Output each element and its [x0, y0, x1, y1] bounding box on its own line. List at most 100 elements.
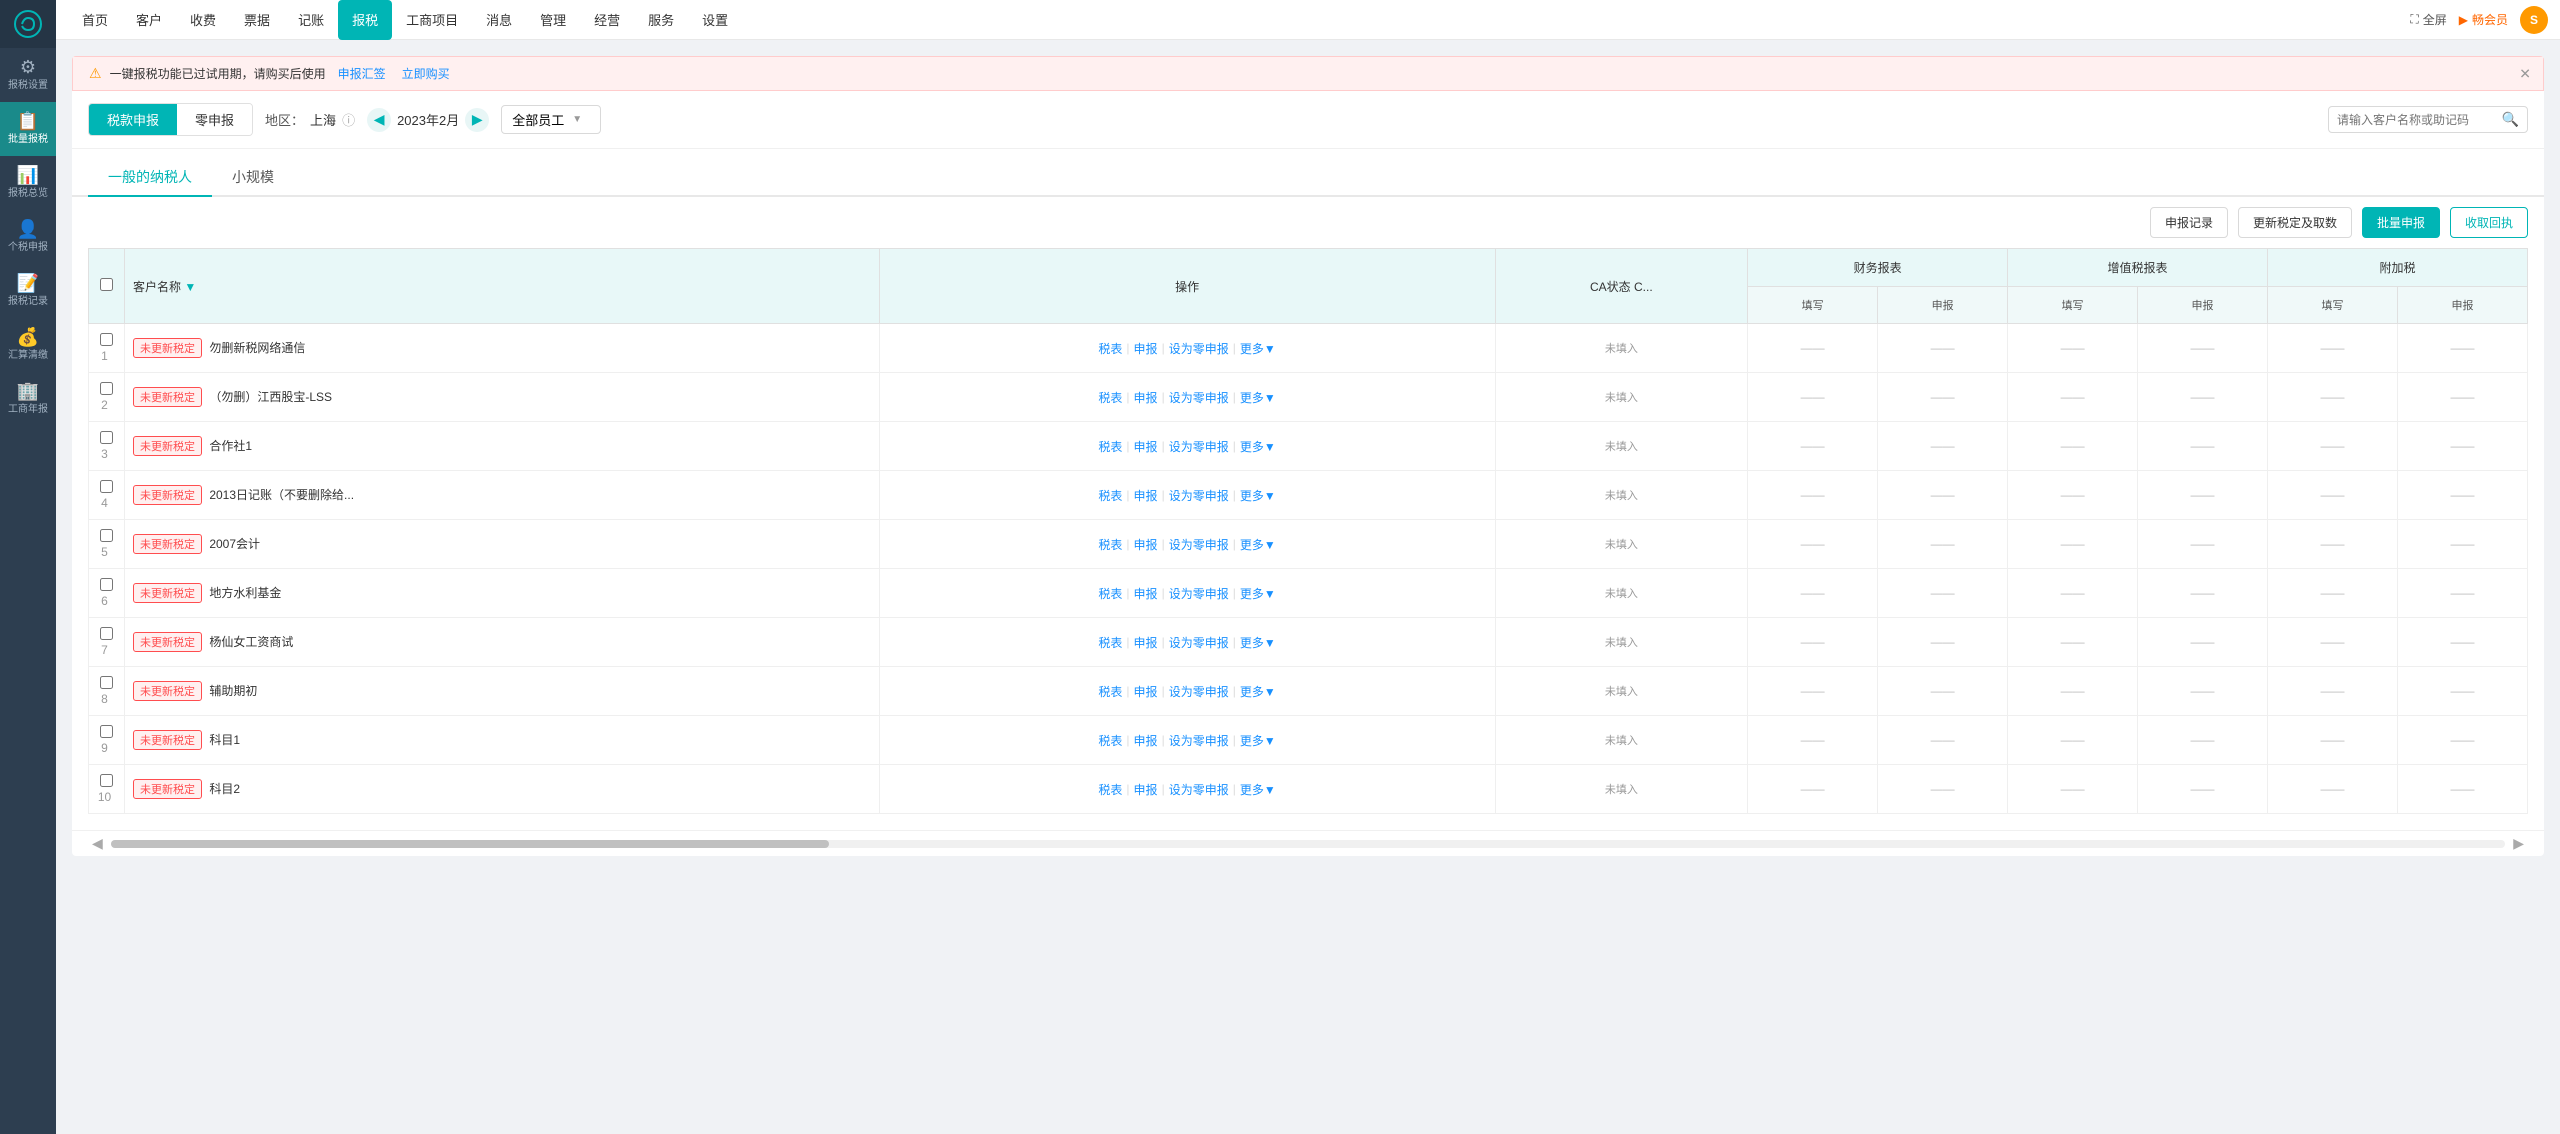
- sidebar-item-gongshangnianbaao[interactable]: 🏢 工商年报: [0, 372, 56, 426]
- ops-more[interactable]: 更多▼: [1240, 634, 1276, 651]
- scroll-track[interactable]: [111, 840, 2505, 848]
- calc-icon: 💰: [17, 328, 39, 346]
- nav-jingying[interactable]: 经营: [580, 0, 634, 40]
- ops-more[interactable]: 更多▼: [1240, 340, 1276, 357]
- ops-more[interactable]: 更多▼: [1240, 585, 1276, 602]
- declaration-tab-group: 税款申报 零申报: [88, 103, 253, 136]
- ops-lingshenbao[interactable]: 设为零申报: [1169, 487, 1229, 504]
- fullscreen-button[interactable]: ⛶ 全屏: [2410, 11, 2446, 28]
- ops-lingshenbao[interactable]: 设为零申报: [1169, 536, 1229, 553]
- ops-shuibiao[interactable]: 税表: [1098, 634, 1122, 651]
- tab-shuikuanshenbao[interactable]: 税款申报: [89, 104, 177, 135]
- row-checkbox[interactable]: [100, 676, 113, 689]
- batch-declare-button[interactable]: 批量申报: [2362, 207, 2440, 238]
- ops-shenbao[interactable]: 申报: [1134, 585, 1158, 602]
- row-checkbox[interactable]: [100, 333, 113, 346]
- row-ca-status: 未填入: [1495, 667, 1748, 716]
- tab-lingshenbao[interactable]: 零申报: [177, 104, 252, 135]
- ops-more[interactable]: 更多▼: [1240, 683, 1276, 700]
- nav-piaoju[interactable]: 票据: [230, 0, 284, 40]
- ops-lingshenbao[interactable]: 设为零申报: [1169, 781, 1229, 798]
- ops-shuibiao[interactable]: 税表: [1098, 585, 1122, 602]
- ops-shenbao[interactable]: 申报: [1134, 683, 1158, 700]
- sidebar-item-shuibaozonglan[interactable]: 📊 报税总览: [0, 156, 56, 210]
- ops-shuibiao[interactable]: 税表: [1098, 683, 1122, 700]
- nav-shezhi[interactable]: 设置: [688, 0, 742, 40]
- retrieve-receipt-button[interactable]: 收取回执: [2450, 207, 2528, 238]
- ops-shenbao[interactable]: 申报: [1134, 487, 1158, 504]
- content-area: ⚠ 一键报税功能已过试用期，请购买后使用 申报汇签 立即购买 ✕ 税款申报 零申…: [56, 40, 2560, 1134]
- ops-more[interactable]: 更多▼: [1240, 389, 1276, 406]
- scroll-left-button[interactable]: ◀: [88, 835, 107, 852]
- banner-link-shenbaohui[interactable]: 申报汇签: [338, 65, 386, 82]
- scroll-right-button[interactable]: ▶: [2509, 835, 2528, 852]
- ops-shuibiao[interactable]: 税表: [1098, 340, 1122, 357]
- sidebar-item-baoshuishezhi[interactable]: ⚙ 报税设置: [0, 48, 56, 102]
- ops-shuibiao[interactable]: 税表: [1098, 438, 1122, 455]
- sidebar-item-shuibaojilu[interactable]: 📝 报税记录: [0, 264, 56, 318]
- nav-shoufei[interactable]: 收费: [176, 0, 230, 40]
- ops-shenbao[interactable]: 申报: [1134, 438, 1158, 455]
- declaration-records-button[interactable]: 申报记录: [2150, 207, 2228, 238]
- banner-link-purchase[interactable]: 立即购买: [402, 65, 450, 82]
- banner-close-button[interactable]: ✕: [2519, 65, 2531, 82]
- ops-lingshenbao[interactable]: 设为零申报: [1169, 732, 1229, 749]
- ops-shenbao[interactable]: 申报: [1134, 781, 1158, 798]
- row-client-name: 未更新税定 科目1: [125, 716, 880, 765]
- table-row: 4 未更新税定 2013日记账（不要删除给... 税表 | 申报 | 设为零申报…: [89, 471, 2528, 520]
- sidebar-item-huisuanqingjiao[interactable]: 💰 汇算清缴: [0, 318, 56, 372]
- nav-gongshang[interactable]: 工商项目: [392, 0, 472, 40]
- user-avatar[interactable]: S: [2520, 6, 2548, 34]
- upgrade-button[interactable]: ▶ 畅会员: [2459, 11, 2508, 28]
- row-checkbox[interactable]: [100, 578, 113, 591]
- ops-shenbao[interactable]: 申报: [1134, 389, 1158, 406]
- date-next-button[interactable]: ▶: [465, 108, 489, 132]
- ops-shenbao[interactable]: 申报: [1134, 732, 1158, 749]
- subtab-yibanna[interactable]: 一般的纳税人: [88, 159, 212, 197]
- row-checkbox[interactable]: [100, 529, 113, 542]
- nav-customer[interactable]: 客户: [122, 0, 176, 40]
- info-icon[interactable]: ⓘ: [342, 110, 355, 129]
- row-checkbox[interactable]: [100, 774, 113, 787]
- search-icon[interactable]: 🔍: [2502, 111, 2519, 128]
- ops-shenbao[interactable]: 申报: [1134, 340, 1158, 357]
- ops-lingshenbao[interactable]: 设为零申报: [1169, 389, 1229, 406]
- update-tax-button[interactable]: 更新税定及取数: [2238, 207, 2352, 238]
- subtab-xiaoguimo[interactable]: 小规模: [212, 159, 294, 197]
- sidebar-item-piliangshuibao[interactable]: 📋 批量报税: [0, 102, 56, 156]
- nav-fuwu[interactable]: 服务: [634, 0, 688, 40]
- ops-more[interactable]: 更多▼: [1240, 732, 1276, 749]
- nav-guanli[interactable]: 管理: [526, 0, 580, 40]
- row-checkbox[interactable]: [100, 431, 113, 444]
- date-prev-button[interactable]: ◀: [367, 108, 391, 132]
- nav-home[interactable]: 首页: [68, 0, 122, 40]
- ops-lingshenbao[interactable]: 设为零申报: [1169, 634, 1229, 651]
- ops-more[interactable]: 更多▼: [1240, 781, 1276, 798]
- ops-shuibiao[interactable]: 税表: [1098, 389, 1122, 406]
- ops-more[interactable]: 更多▼: [1240, 487, 1276, 504]
- nav-baoshui[interactable]: 报税: [338, 0, 392, 40]
- ops-lingshenbao[interactable]: 设为零申报: [1169, 340, 1229, 357]
- ops-lingshenbao[interactable]: 设为零申报: [1169, 683, 1229, 700]
- select-all-checkbox[interactable]: [100, 278, 113, 291]
- ops-more[interactable]: 更多▼: [1240, 438, 1276, 455]
- nav-xiaoxi[interactable]: 消息: [472, 0, 526, 40]
- sidebar-item-geshuishenbao[interactable]: 👤 个税申报: [0, 210, 56, 264]
- nav-jizhang[interactable]: 记账: [284, 0, 338, 40]
- ops-shuibiao[interactable]: 税表: [1098, 732, 1122, 749]
- ops-shuibiao[interactable]: 税表: [1098, 487, 1122, 504]
- ops-lingshenbao[interactable]: 设为零申报: [1169, 438, 1229, 455]
- ops-lingshenbao[interactable]: 设为零申报: [1169, 585, 1229, 602]
- row-tax-fill: ——: [2008, 324, 2138, 373]
- row-checkbox[interactable]: [100, 382, 113, 395]
- ops-shuibiao[interactable]: 税表: [1098, 781, 1122, 798]
- staff-selector[interactable]: 全部员工 ▼: [501, 105, 601, 134]
- ops-shuibiao[interactable]: 税表: [1098, 536, 1122, 553]
- ops-more[interactable]: 更多▼: [1240, 536, 1276, 553]
- row-checkbox[interactable]: [100, 725, 113, 738]
- row-checkbox[interactable]: [100, 480, 113, 493]
- ops-shenbao[interactable]: 申报: [1134, 536, 1158, 553]
- row-checkbox[interactable]: [100, 627, 113, 640]
- ops-shenbao[interactable]: 申报: [1134, 634, 1158, 651]
- search-input[interactable]: [2337, 113, 2502, 127]
